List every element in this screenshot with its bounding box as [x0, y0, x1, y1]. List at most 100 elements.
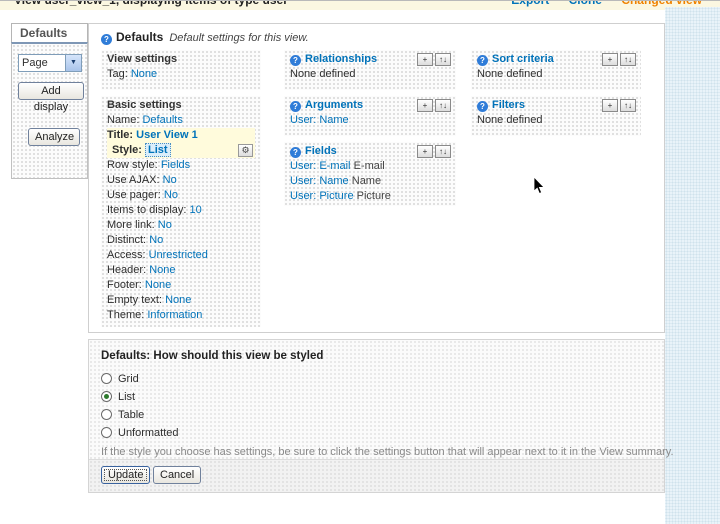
arguments-box: ? Arguments +↑↓ User: Name — [284, 96, 456, 136]
setting-value-link[interactable]: None — [131, 68, 157, 80]
setting-value-link[interactable]: None — [145, 279, 171, 291]
relationships-title[interactable]: Relationships — [305, 53, 377, 65]
radio-label: Grid — [118, 373, 139, 385]
summary-title: Defaults — [116, 30, 163, 44]
rearrange-icon[interactable]: ↑↓ — [435, 99, 451, 112]
style-edit-form: Defaults: How should this view be styled… — [88, 339, 665, 493]
tab-defaults[interactable]: Defaults — [11, 23, 88, 42]
help-icon[interactable]: ? — [290, 55, 301, 66]
clone-link[interactable]: Clone — [569, 1, 602, 7]
add-icon[interactable]: + — [602, 99, 618, 112]
add-icon[interactable]: + — [602, 53, 618, 66]
setting-value-link[interactable]: 10 — [190, 204, 202, 216]
filters-title[interactable]: Filters — [492, 99, 525, 111]
setting-value-link[interactable]: Fields — [161, 159, 190, 171]
rearrange-icon[interactable]: ↑↓ — [620, 53, 636, 66]
page-header-strip: View user_view_1, displaying items of ty… — [0, 1, 720, 10]
form-button-strip: Update Cancel — [89, 459, 664, 492]
setting-row: Use pager: No — [107, 188, 255, 203]
rearrange-icon[interactable]: ↑↓ — [435, 145, 451, 158]
field-item-suffix: Picture — [357, 190, 391, 202]
help-icon[interactable]: ? — [290, 101, 301, 112]
setting-row: Empty text: None — [107, 293, 255, 308]
mouse-cursor-icon — [533, 177, 545, 195]
help-icon[interactable]: ? — [477, 55, 488, 66]
chevron-down-icon: ▼ — [65, 55, 81, 71]
setting-value-link[interactable]: User View 1 — [136, 129, 198, 141]
setting-label: More link: — [107, 219, 155, 231]
cancel-button[interactable]: Cancel — [153, 466, 201, 484]
rearrange-icon[interactable]: ↑↓ — [620, 99, 636, 112]
help-icon[interactable]: ? — [101, 34, 112, 45]
style-settings-gear-icon[interactable]: ⚙ — [238, 144, 253, 157]
analyze-button[interactable]: Analyze — [28, 128, 80, 146]
setting-label: Distinct: — [107, 234, 146, 246]
basic-settings-box: Basic settings Name: Defaults Title: Use… — [101, 96, 261, 327]
relationships-box: ? Relationships +↑↓ None defined — [284, 50, 456, 90]
radio-option-unformatted[interactable]: Unformatted — [101, 424, 652, 442]
fields-box: ? Fields +↑↓ User: E-mail E-mail User: Na… — [284, 142, 456, 206]
page-title: View user_view_1, displaying items of ty… — [14, 1, 288, 7]
views-ui-screen: View user_view_1, displaying items of ty… — [0, 0, 720, 524]
radio-option-list[interactable]: List — [101, 388, 652, 406]
setting-row: Tag: None — [107, 67, 255, 82]
field-item-suffix: Name — [352, 175, 381, 187]
field-item-link[interactable]: User: Name — [290, 175, 349, 187]
setting-value-link[interactable]: None — [149, 264, 175, 276]
setting-label: Empty text: — [107, 294, 162, 306]
setting-label: Use pager: — [107, 189, 161, 201]
view-settings-title: View settings — [107, 53, 177, 65]
style-form-description: If the style you choose has settings, be… — [101, 446, 652, 458]
display-type-select[interactable]: Page ▼ — [18, 54, 82, 72]
setting-value-link[interactable]: None — [165, 294, 191, 306]
setting-value-link[interactable]: No — [163, 174, 177, 186]
setting-value-link[interactable]: Information — [147, 309, 202, 321]
help-icon[interactable]: ? — [477, 101, 488, 112]
export-link[interactable]: Export — [511, 1, 549, 7]
setting-label: Tag: — [107, 68, 128, 80]
empty-text: None defined — [477, 67, 635, 82]
setting-row: Theme: Information — [107, 308, 255, 323]
radio-option-table[interactable]: Table — [101, 406, 652, 424]
radio-option-grid[interactable]: Grid — [101, 370, 652, 388]
setting-row-style: Style: List ⚙ — [107, 143, 255, 158]
radio-label: Table — [118, 409, 144, 421]
radio-icon[interactable] — [101, 391, 112, 402]
setting-label: Title: — [107, 129, 133, 141]
setting-label: Style: — [112, 144, 142, 156]
setting-row: Access: Unrestricted — [107, 248, 255, 263]
sort-criteria-title[interactable]: Sort criteria — [492, 53, 554, 65]
add-icon[interactable]: + — [417, 145, 433, 158]
field-row: User: Picture Picture — [290, 189, 450, 204]
setting-label: Theme: — [107, 309, 144, 321]
field-item-link[interactable]: User: E-mail — [290, 160, 351, 172]
update-button[interactable]: Update — [101, 466, 150, 484]
empty-text: None defined — [290, 67, 450, 82]
arguments-title[interactable]: Arguments — [305, 99, 363, 111]
setting-value-link[interactable]: No — [149, 234, 163, 246]
help-icon[interactable]: ? — [290, 147, 301, 158]
setting-value-link[interactable]: Unrestricted — [149, 249, 208, 261]
field-item-link[interactable]: User: Picture — [290, 190, 354, 202]
basic-settings-title: Basic settings — [107, 99, 182, 111]
radio-label: List — [118, 391, 135, 403]
add-icon[interactable]: + — [417, 53, 433, 66]
add-display-button[interactable]: Add display — [18, 82, 84, 100]
radio-icon[interactable] — [101, 373, 112, 384]
setting-value-link[interactable]: Defaults — [142, 114, 182, 126]
style-value-link[interactable]: List — [145, 143, 171, 157]
fields-title[interactable]: Fields — [305, 145, 337, 157]
radio-icon[interactable] — [101, 427, 112, 438]
setting-row-title: Title: User View 1 — [107, 128, 255, 143]
display-type-value: Page — [22, 57, 48, 69]
radio-icon[interactable] — [101, 409, 112, 420]
setting-row: Use AJAX: No — [107, 173, 255, 188]
setting-value-link[interactable]: No — [164, 189, 178, 201]
view-summary-panel: ?DefaultsDefault settings for this view.… — [88, 23, 665, 333]
field-item-suffix: E-mail — [354, 160, 385, 172]
add-icon[interactable]: + — [417, 99, 433, 112]
argument-item-link[interactable]: User: Name — [290, 114, 349, 126]
rearrange-icon[interactable]: ↑↓ — [435, 53, 451, 66]
filters-box: ?Filters +↑↓ None defined — [471, 96, 641, 136]
setting-value-link[interactable]: No — [158, 219, 172, 231]
